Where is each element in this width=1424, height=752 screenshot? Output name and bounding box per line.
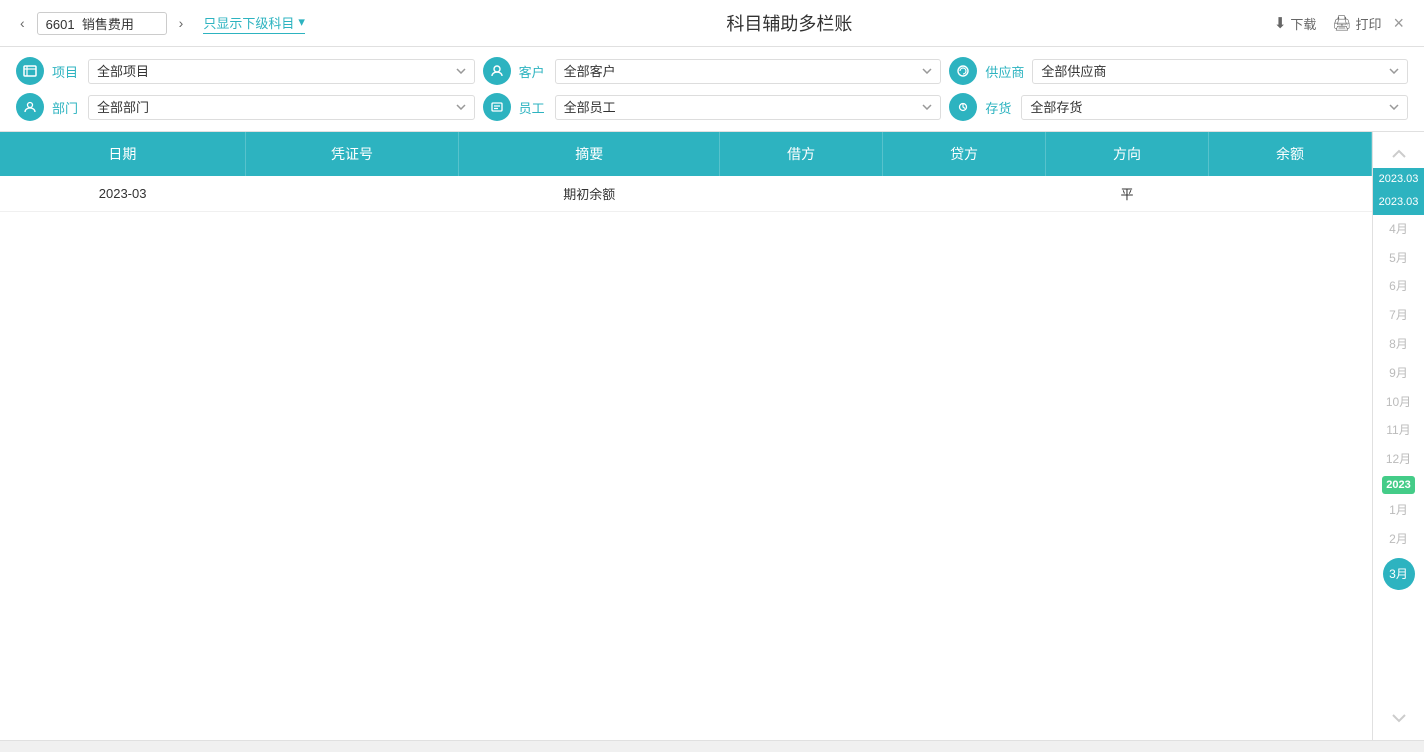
customer-icon (483, 57, 511, 85)
nav-prev-button[interactable]: ‹ (16, 13, 29, 33)
sidebar-month-10[interactable]: 10月 (1373, 388, 1424, 417)
account-code-box (37, 12, 167, 35)
inventory-label: 存货 (985, 98, 1013, 117)
sidebar-month-9[interactable]: 9月 (1373, 359, 1424, 388)
show-sub-button[interactable]: 只显示下级科目 ▾ (203, 13, 305, 34)
project-label: 项目 (52, 62, 80, 81)
cell-direction: 平 (1046, 176, 1209, 212)
sidebar-month-7[interactable]: 7月 (1373, 301, 1424, 330)
top-actions: ⬇ 下载 🖨 打印 (1274, 14, 1382, 33)
sidebar-month-6[interactable]: 6月 (1373, 272, 1424, 301)
sidebar-scroll-up-button[interactable] (1385, 140, 1413, 168)
close-button[interactable]: × (1389, 13, 1408, 34)
sidebar-month-5[interactable]: 5月 (1373, 244, 1424, 273)
col-credit: 贷方 (883, 132, 1046, 176)
filter-department-row: 部门 全部部门 (16, 93, 475, 121)
col-voucher: 凭证号 (245, 132, 459, 176)
show-sub-arrow-icon: ▾ (298, 14, 305, 30)
filter-project-row: 项目 全部项目 (16, 57, 475, 85)
download-button[interactable]: ⬇ 下载 (1274, 14, 1317, 33)
supplier-label: 供应商 (985, 62, 1024, 81)
top-bar: ‹ › 只显示下级科目 ▾ 科目辅助多栏账 ⬇ 下载 🖨 打印 × (0, 0, 1424, 47)
sidebar-period-2023-03-first[interactable]: 2023.03 (1373, 168, 1424, 191)
supplier-select[interactable]: 全部供应商 (1032, 59, 1408, 84)
cell-voucher (245, 176, 459, 212)
filter-area: 项目 全部项目 客户 全部客户 供应商 全部供应商 (0, 47, 1424, 132)
col-debit: 借方 (720, 132, 883, 176)
inventory-select[interactable]: 全部存货 (1021, 95, 1408, 120)
sidebar-month-8[interactable]: 8月 (1373, 330, 1424, 359)
cell-summary: 期初余额 (459, 176, 720, 212)
employee-label: 员工 (519, 98, 547, 117)
main-window: ‹ › 只显示下级科目 ▾ 科目辅助多栏账 ⬇ 下载 🖨 打印 × (0, 0, 1424, 752)
account-code-input[interactable] (37, 12, 167, 35)
employee-icon (483, 93, 511, 121)
sidebar-month-4[interactable]: 4月 (1373, 215, 1424, 244)
cell-balance (1209, 176, 1372, 212)
customer-label: 客户 (519, 62, 547, 81)
supplier-icon (949, 57, 977, 85)
project-icon (16, 57, 44, 85)
cell-credit (883, 176, 1046, 212)
customer-select[interactable]: 全部客户 (555, 59, 942, 84)
print-button[interactable]: 🖨 打印 (1332, 14, 1381, 33)
department-icon (16, 93, 44, 121)
project-select[interactable]: 全部项目 (88, 59, 475, 84)
sidebar-month-2[interactable]: 2月 (1373, 525, 1424, 554)
download-icon: ⬇ (1274, 14, 1287, 32)
col-balance: 余额 (1209, 132, 1372, 176)
col-summary: 摘要 (459, 132, 720, 176)
department-select[interactable]: 全部部门 (88, 95, 475, 120)
right-sidebar: 2023.03 2023.03 4月 5月 6月 7月 8月 9月 10月 11… (1372, 132, 1424, 740)
col-date: 日期 (0, 132, 245, 176)
table-row[interactable]: 2023-03 期初余额 平 (0, 176, 1372, 212)
horizontal-scrollbar[interactable] (0, 740, 1424, 752)
sidebar-period-2023-03-second[interactable]: 2023.03 (1373, 191, 1424, 214)
page-title: 科目辅助多栏账 (313, 10, 1266, 36)
table-wrapper[interactable]: 日期 凭证号 摘要 借方 贷方 方向 余额 2023-03 期初余额 (0, 132, 1424, 740)
filter-customer-row: 客户 全部客户 (483, 57, 942, 85)
sidebar-month-11[interactable]: 11月 (1373, 416, 1424, 445)
sidebar-month-12[interactable]: 12月 (1373, 445, 1424, 474)
nav-next-button[interactable]: › (175, 13, 188, 33)
filter-supplier-row: 供应商 全部供应商 (949, 57, 1408, 85)
inventory-icon (949, 93, 977, 121)
sidebar-year-2023[interactable]: 2023 (1382, 476, 1414, 494)
filter-employee-row: 员工 全部员工 (483, 93, 942, 121)
col-direction: 方向 (1046, 132, 1209, 176)
sidebar-month-3-active[interactable]: 3月 (1383, 558, 1415, 590)
cell-debit (720, 176, 883, 212)
sidebar-scroll-down-button[interactable] (1385, 704, 1413, 732)
employee-select[interactable]: 全部员工 (555, 95, 942, 120)
filter-inventory-row: 存货 全部存货 (949, 93, 1408, 121)
cell-date: 2023-03 (0, 176, 245, 212)
data-table: 日期 凭证号 摘要 借方 贷方 方向 余额 2023-03 期初余额 (0, 132, 1372, 212)
print-icon: 🖨 (1332, 14, 1351, 32)
department-label: 部门 (52, 98, 80, 117)
sidebar-month-1[interactable]: 1月 (1373, 496, 1424, 525)
table-header-row: 日期 凭证号 摘要 借方 贷方 方向 余额 (0, 132, 1372, 176)
